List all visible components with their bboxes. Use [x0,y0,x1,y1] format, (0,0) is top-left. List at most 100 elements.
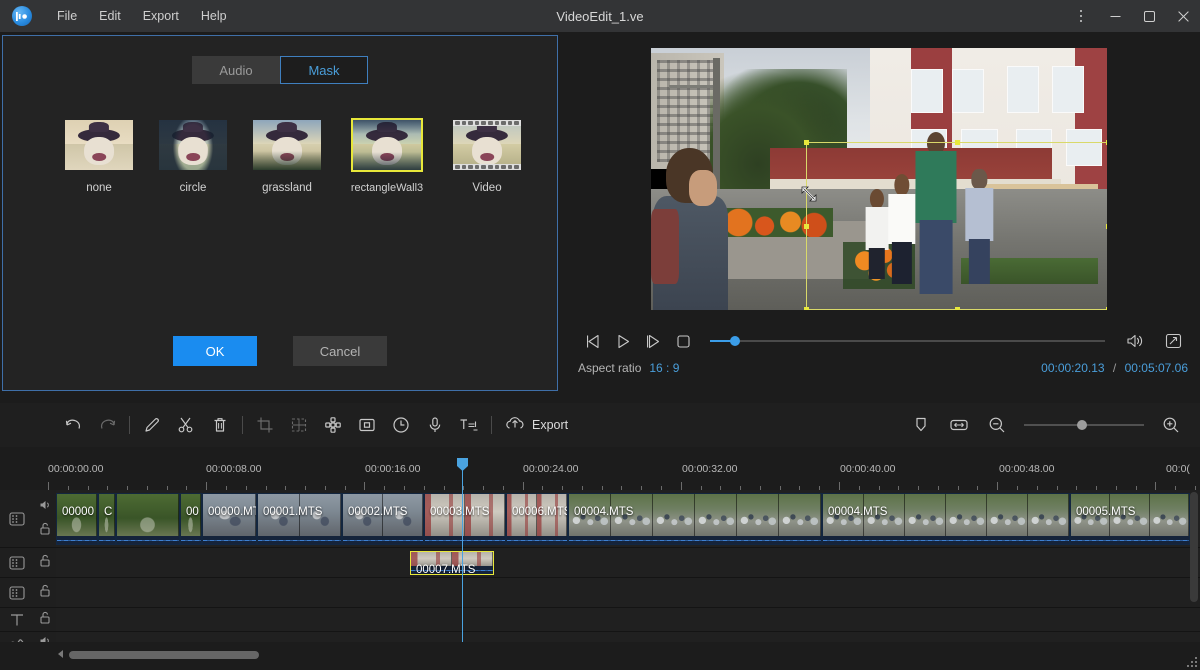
aspect-ratio-value[interactable]: 16 : 9 [649,361,679,375]
mask-thumbnail-video[interactable] [451,118,523,172]
horizontal-scrollbar-thumb[interactable] [69,651,259,659]
mask-option-video[interactable]: Video [451,118,523,194]
more-options-icon[interactable] [1064,0,1098,32]
timeline-horizontal-scroll[interactable] [56,648,1156,662]
crop-icon[interactable] [248,408,282,442]
export-button[interactable]: Export [497,408,576,442]
text-track-icon[interactable] [0,608,34,631]
ok-button[interactable]: OK [173,336,257,366]
dialog-buttons: OK Cancel [3,336,557,366]
menu-file[interactable]: File [48,5,86,27]
resize-handle-top-center[interactable] [955,140,960,145]
resize-handle-middle-left[interactable] [804,224,809,229]
zoom-slider-knob[interactable] [1077,420,1087,430]
mask-label-grassland: grassland [262,182,312,194]
mask-option-none[interactable]: none [63,118,135,194]
track-body[interactable] [56,608,1200,631]
scissors-icon[interactable] [169,408,203,442]
timeline-clip[interactable]: 00003.MTS [424,493,506,545]
close-button[interactable] [1166,0,1200,32]
speaker-icon[interactable] [39,498,52,516]
redo-icon[interactable] [90,408,124,442]
play-icon[interactable] [608,329,638,353]
trash-icon[interactable] [203,408,237,442]
zoom-out-icon[interactable] [980,408,1014,442]
video-preview[interactable] [651,48,1107,310]
pip-icon[interactable] [350,408,384,442]
mask-option-grassland[interactable]: grassland [251,118,323,194]
timeline-clip[interactable]: 00006.MTS [506,493,568,545]
mask-option-rectanglewall3[interactable]: rectangleWall3 [345,118,429,194]
keyframe-icon[interactable] [282,408,316,442]
clip-waveform [181,536,201,544]
mask-thumbnail-grassland[interactable] [251,118,323,172]
timeline-clip[interactable]: 00000 [56,493,98,545]
timeline-ruler[interactable]: 00:00:00.00 00:00:08.00 00:00:16.00 00:0… [0,460,1200,490]
resize-handle-top-left[interactable] [804,140,809,145]
tab-mask[interactable]: Mask [280,56,368,84]
timeline-clip[interactable]: C [98,493,116,545]
timeline-zoom-slider[interactable] [1024,418,1144,432]
mask-thumbnail-rectanglewall3[interactable] [351,118,423,172]
minimize-button[interactable] [1098,0,1132,32]
title-bar: File Edit Export Help VideoEdit_1.ve [0,0,1200,32]
fit-timeline-icon[interactable] [942,408,976,442]
clip-thumbnail [258,494,300,538]
edit-pencil-icon[interactable] [135,408,169,442]
timeline-clip[interactable]: 00002.MTS [342,493,424,545]
resize-handle-bottom-left[interactable] [804,307,809,310]
resize-handle-bottom-center[interactable] [955,307,960,310]
video-track-icon[interactable] [0,490,34,547]
fullscreen-icon[interactable] [1158,329,1188,353]
timeline-clip[interactable]: 00005.MTS [1070,493,1190,545]
resize-handle-bottom-right[interactable] [1106,307,1107,310]
timeline-clip[interactable]: 00004.MTS [822,493,1070,545]
menu-export[interactable]: Export [134,5,188,27]
timeline-clip[interactable]: 00007.MTS [410,551,494,575]
microphone-icon[interactable] [418,408,452,442]
menu-edit[interactable]: Edit [90,5,130,27]
video-track-icon[interactable] [0,578,34,607]
timeline-clip[interactable]: 00001.MTS [257,493,342,545]
timeline-clip[interactable]: 00004.MTS [568,493,822,545]
unlock-icon[interactable] [39,522,51,540]
timeline-clip[interactable]: 00000.MTS [202,493,257,545]
timeline-clip[interactable]: 00 [180,493,202,545]
transport-controls [578,328,1188,354]
stop-icon[interactable] [668,329,698,353]
step-back-icon[interactable] [578,329,608,353]
tab-audio[interactable]: Audio [192,56,280,84]
track-body[interactable]: 00007.MTS [56,548,1200,577]
seek-slider[interactable] [710,334,1105,348]
ruler-tick [48,482,49,490]
speed-clock-icon[interactable] [384,408,418,442]
mask-thumbnail-none[interactable] [63,118,135,172]
undo-icon[interactable] [56,408,90,442]
unlock-icon[interactable] [39,611,51,629]
scroll-left-arrow-icon[interactable] [56,646,65,664]
mosaic-icon[interactable] [316,408,350,442]
track-body[interactable]: 00000C 0000000.MTS00001.MTS00002.MTS00003… [56,490,1200,547]
resize-handle-top-right[interactable] [1106,140,1107,145]
resize-grip-icon[interactable] [1185,655,1197,667]
menu-help[interactable]: Help [192,5,236,27]
text-to-speech-icon[interactable] [452,408,486,442]
playhead[interactable] [462,466,463,642]
video-track-icon[interactable] [0,548,34,577]
timeline-vertical-scrollbar[interactable] [1190,492,1198,602]
timeline-clip[interactable] [116,493,180,545]
unlock-icon[interactable] [39,584,51,602]
unlock-icon[interactable] [39,554,51,572]
mask-thumbnail-circle[interactable] [157,118,229,172]
volume-icon[interactable] [1120,329,1150,353]
mask-option-circle[interactable]: circle [157,118,229,194]
step-forward-icon[interactable] [638,329,668,353]
maximize-button[interactable] [1132,0,1166,32]
seek-knob[interactable] [730,336,740,346]
marker-icon[interactable] [904,408,938,442]
cancel-button[interactable]: Cancel [293,336,387,366]
resize-handle-middle-right[interactable] [1106,224,1107,229]
mask-selection-rectangle[interactable] [806,142,1107,310]
zoom-in-icon[interactable] [1154,408,1188,442]
track-body[interactable] [56,578,1200,607]
